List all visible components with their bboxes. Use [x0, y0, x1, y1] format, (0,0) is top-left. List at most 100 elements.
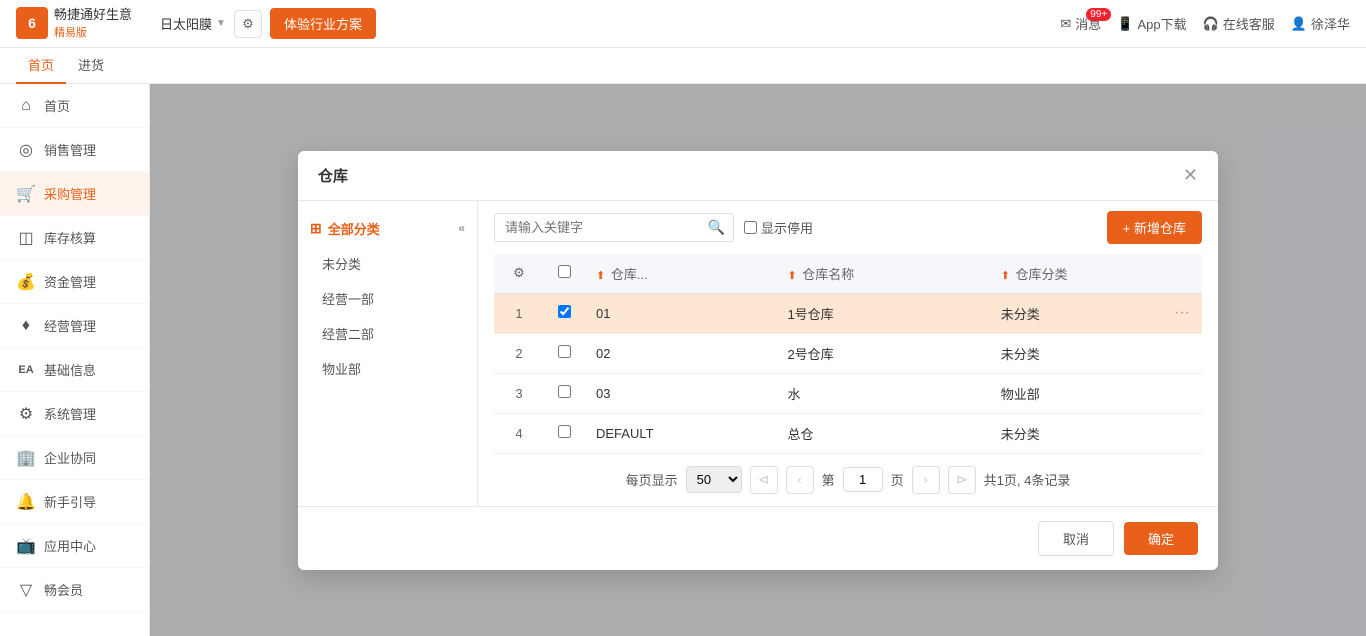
enterprise-icon: 🏢	[16, 448, 36, 468]
collapse-icon[interactable]: «	[458, 221, 465, 235]
page-next-button[interactable]: ›	[912, 466, 940, 494]
col-header-category: ⬆ 仓库分类	[989, 254, 1202, 294]
app-download-item[interactable]: 📱 App下载	[1117, 14, 1186, 33]
content-area: 仓库 ✕ ⊞ 全部分类 « 未分类 经营一部 经营二部	[150, 84, 1366, 636]
category-item-property[interactable]: 物业部	[298, 351, 477, 386]
online-service-item[interactable]: 🎧 在线客服	[1203, 14, 1275, 33]
settings-icon[interactable]: ⚙	[234, 10, 262, 38]
sidebar-item-system[interactable]: ⚙ 系统管理	[0, 392, 149, 436]
page-first-button[interactable]: ⊲	[750, 466, 778, 494]
inventory-icon: ◫	[16, 228, 36, 248]
show-disabled-checkbox[interactable]	[744, 221, 757, 234]
table-row[interactable]: 3 03 水 物业部	[494, 373, 1202, 413]
confirm-button[interactable]: 确定	[1124, 522, 1198, 555]
row-checkbox-cell	[544, 293, 584, 333]
sidebar-label-basics: 基础信息	[44, 360, 96, 379]
sort-icon-name: ⬆	[787, 270, 796, 282]
logo-text: 畅捷通好生意 精易版	[54, 7, 132, 40]
row-num: 1	[494, 293, 544, 333]
row-num: 2	[494, 333, 544, 373]
table-row[interactable]: 4 DEFAULT 总仓 未分类	[494, 413, 1202, 453]
select-all-checkbox[interactable]	[558, 265, 571, 278]
col-header-code: ⬆ 仓库...	[584, 254, 775, 294]
table-row[interactable]: 2 02 2号仓库 未分类	[494, 333, 1202, 373]
sidebar-item-inventory[interactable]: ◫ 库存核算	[0, 216, 149, 260]
sidebar-item-membership[interactable]: ▽ 畅会员	[0, 568, 149, 612]
right-panel: 🔍 显示停用 + 新增仓库	[478, 201, 1218, 506]
page-prev-button[interactable]: ‹	[786, 466, 814, 494]
all-categories-label: 全部分类	[328, 219, 380, 238]
row-checkbox[interactable]	[558, 345, 571, 358]
right-toolbar: 🔍 显示停用 + 新增仓库	[478, 201, 1218, 254]
basics-icon: EA	[16, 364, 36, 376]
headset-icon: 🎧	[1203, 16, 1219, 32]
sidebar-item-finance[interactable]: 💰 资金管理	[0, 260, 149, 304]
all-categories-item[interactable]: ⊞ 全部分类 «	[298, 211, 477, 246]
per-page-label: 每页显示	[626, 470, 678, 489]
row-action-dots[interactable]: ···	[1174, 304, 1190, 322]
category-item-ops2[interactable]: 经营二部	[298, 316, 477, 351]
row-name: 总仓	[775, 413, 988, 453]
sidebar-item-home[interactable]: ⌂ 首页	[0, 84, 149, 128]
modal-footer: 取消 确定	[298, 506, 1218, 570]
home-icon: ⌂	[16, 97, 36, 115]
logo-icon: 6	[16, 7, 48, 39]
row-checkbox-cell	[544, 413, 584, 453]
row-code: DEFAULT	[584, 413, 775, 453]
sidebar-item-apps[interactable]: 📺 应用中心	[0, 524, 149, 568]
sidebar-item-operations[interactable]: ♦ 经营管理	[0, 304, 149, 348]
store-selector[interactable]: 日太阳膜 ▼	[160, 14, 226, 33]
modal-close-button[interactable]: ✕	[1183, 165, 1198, 186]
page-last-button[interactable]: ⊳	[948, 466, 976, 494]
secnav-home[interactable]: 首页	[16, 48, 66, 84]
sidebar-label-home: 首页	[44, 96, 70, 115]
trial-button[interactable]: 体验行业方案	[270, 8, 376, 39]
sidebar-item-sales[interactable]: ◎ 销售管理	[0, 128, 149, 172]
sidebar-label-membership: 畅会员	[44, 580, 83, 599]
sidebar-item-enterprise[interactable]: 🏢 企业协同	[0, 436, 149, 480]
search-box: 🔍	[494, 213, 734, 242]
grid-icon: ⊞	[310, 220, 322, 237]
sidebar-item-purchase[interactable]: 🛒 采购管理	[0, 172, 149, 216]
per-page-select[interactable]: 50 20 100	[686, 466, 742, 493]
page-suffix: 页	[891, 470, 904, 489]
sidebar-item-guide[interactable]: 🔔 新手引导	[0, 480, 149, 524]
add-warehouse-button[interactable]: + 新增仓库	[1107, 211, 1202, 244]
page-label: 第	[822, 470, 835, 489]
row-code: 02	[584, 333, 775, 373]
row-checkbox[interactable]	[558, 425, 571, 438]
sidebar-label-finance: 资金管理	[44, 272, 96, 291]
table-row[interactable]: 1 01 1号仓库 未分类 ···	[494, 293, 1202, 333]
row-category: 物业部	[989, 373, 1202, 413]
user-item[interactable]: 👤 徐泽华	[1291, 14, 1350, 33]
search-button[interactable]: 🔍	[700, 219, 733, 236]
category-panel: ⊞ 全部分类 « 未分类 经营一部 经营二部 物业部	[298, 201, 478, 506]
category-item-unclassified[interactable]: 未分类	[298, 246, 477, 281]
mobile-icon: 📱	[1117, 16, 1133, 32]
row-code: 03	[584, 373, 775, 413]
row-name: 1号仓库	[775, 293, 988, 333]
search-input[interactable]	[495, 214, 700, 241]
sidebar-item-basics[interactable]: EA 基础信息	[0, 348, 149, 392]
sidebar-label-purchase: 采购管理	[44, 184, 96, 203]
row-num: 3	[494, 373, 544, 413]
membership-icon: ▽	[16, 580, 36, 600]
main-layout: ⌂ 首页 ◎ 销售管理 🛒 采购管理 ◫ 库存核算 💰 资金管理 ♦ 经营管理 …	[0, 84, 1366, 636]
show-disabled-label[interactable]: 显示停用	[744, 218, 813, 237]
logo-area: 6 畅捷通好生意 精易版	[16, 7, 132, 40]
row-checkbox[interactable]	[558, 305, 571, 318]
row-checkbox[interactable]	[558, 385, 571, 398]
notification-item[interactable]: ✉ 消息 99+	[1060, 14, 1101, 33]
operations-icon: ♦	[16, 317, 36, 335]
secnav-purchase[interactable]: 进货	[66, 48, 116, 84]
category-item-ops1[interactable]: 经营一部	[298, 281, 477, 316]
cancel-button[interactable]: 取消	[1038, 521, 1114, 556]
sidebar-label-sales: 销售管理	[44, 140, 96, 159]
system-icon: ⚙	[16, 404, 36, 424]
row-num: 4	[494, 413, 544, 453]
sales-icon: ◎	[16, 140, 36, 160]
page-input[interactable]	[843, 467, 883, 492]
pagination: 每页显示 50 20 100 ⊲ ‹ 第 页 ›	[478, 454, 1218, 506]
modal-header: 仓库 ✕	[298, 151, 1218, 201]
sidebar: ⌂ 首页 ◎ 销售管理 🛒 采购管理 ◫ 库存核算 💰 资金管理 ♦ 经营管理 …	[0, 84, 150, 636]
